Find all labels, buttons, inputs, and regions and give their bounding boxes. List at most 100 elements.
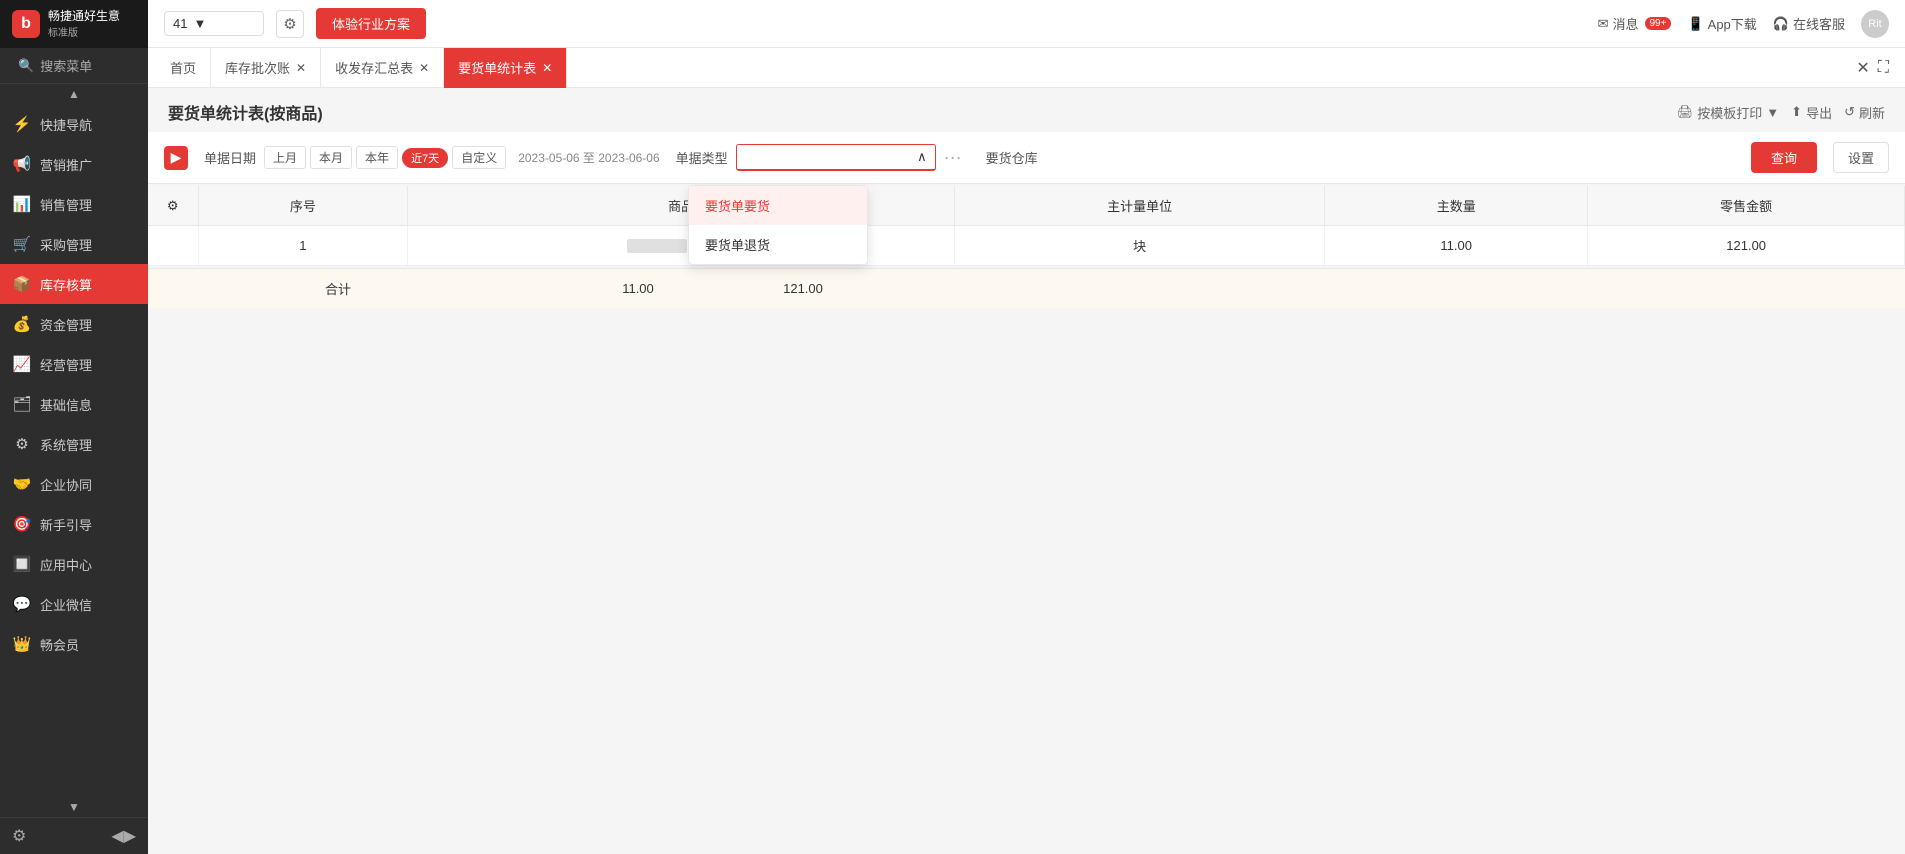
tab-close-all-icon[interactable]: ✕ bbox=[1856, 58, 1869, 78]
member-icon: 👑 bbox=[12, 634, 32, 654]
top-bar-left: 41 ▼ ⚙ 体验行业方案 bbox=[164, 8, 426, 39]
sidebar-item-guide[interactable]: 🎯 新手引导 bbox=[0, 504, 148, 544]
date-buttons: 上月 本月 本年 近7天 自定义 bbox=[264, 146, 506, 169]
table-row: 1 块 11.00 121.00 bbox=[148, 226, 1905, 266]
settings-button[interactable]: 设置 bbox=[1833, 142, 1889, 173]
sidebar-item-marketing[interactable]: 📢 营销推广 bbox=[0, 144, 148, 184]
tab-order-stat-label: 要货单统计表 bbox=[458, 58, 536, 77]
sidebar-item-label-basic: 基础信息 bbox=[40, 395, 92, 414]
sidebar-item-sales[interactable]: 📊 销售管理 bbox=[0, 184, 148, 224]
footer-quantity: 11.00 bbox=[548, 281, 728, 296]
sidebar-item-enterprise[interactable]: 🤝 企业协同 bbox=[0, 464, 148, 504]
sidebar-scroll-up[interactable]: ▲ bbox=[0, 84, 148, 104]
sidebar-item-appstore[interactable]: 🔲 应用中心 bbox=[0, 544, 148, 584]
app-download-button[interactable]: 📱 App下载 bbox=[1687, 14, 1756, 33]
sidebar-item-label-operation: 经营管理 bbox=[40, 355, 92, 374]
sidebar-item-operation[interactable]: 📈 经营管理 bbox=[0, 344, 148, 384]
page-header: 要货单统计表(按商品) 🖨 按模板打印 ▼ ⬆ 导出 ↺ 刷新 bbox=[148, 88, 1905, 132]
sidebar-item-system[interactable]: ⚙ 系统管理 bbox=[0, 424, 148, 464]
warehouse-filter-group: 要货仓库 bbox=[986, 148, 1038, 167]
date-range-text: 2023-05-06 至 2023-06-06 bbox=[518, 149, 659, 166]
topbar-gear-button[interactable]: ⚙ bbox=[276, 10, 304, 38]
logo: b 畅捷通好生意 标准版 bbox=[0, 0, 148, 48]
refresh-label: 刷新 bbox=[1859, 103, 1885, 122]
user-avatar[interactable]: Rit bbox=[1861, 10, 1889, 38]
type-select[interactable]: ∧ bbox=[736, 144, 936, 171]
tab-receive-send-close[interactable]: ✕ bbox=[419, 62, 429, 74]
tab-inventory-batch[interactable]: 库存批次账 ✕ bbox=[211, 48, 321, 88]
store-selector[interactable]: 41 ▼ bbox=[164, 11, 264, 36]
tab-inventory-batch-close[interactable]: ✕ bbox=[296, 62, 306, 74]
sidebar-item-label-shortcut: 快捷导航 bbox=[40, 115, 92, 134]
tab-expand-icon[interactable]: ⛶ bbox=[1878, 59, 1889, 77]
sidebar-item-member[interactable]: 👑 畅会员 bbox=[0, 624, 148, 664]
date-btn-this-year[interactable]: 本年 bbox=[356, 146, 398, 169]
gear-icon: ⚙ bbox=[283, 15, 296, 33]
date-btn-last-7-days[interactable]: 近7天 bbox=[402, 148, 448, 168]
date-btn-this-month[interactable]: 本月 bbox=[310, 146, 352, 169]
app-name: 畅捷通好生意 bbox=[48, 9, 120, 25]
trial-button[interactable]: 体验行业方案 bbox=[316, 8, 426, 39]
footer-total-label: 合计 bbox=[248, 279, 428, 298]
top-bar-right: ✉ 消息 99+ 📱 App下载 🎧 在线客服 Rit bbox=[1598, 10, 1889, 38]
data-table: ⚙ 序号 商品 主计量单位 主数量 零售金额 1 bbox=[148, 186, 1905, 266]
online-service-button[interactable]: 🎧 在线客服 bbox=[1773, 14, 1845, 33]
tab-order-stat[interactable]: 要货单统计表 ✕ bbox=[444, 48, 567, 88]
row-product-cell bbox=[408, 226, 955, 266]
sidebar: b 畅捷通好生意 标准版 🔍 搜索菜单 ▲ ⚡ 快捷导航 📢 营销推广 📊 销售… bbox=[0, 0, 148, 854]
search-menu-label: 搜索菜单 bbox=[40, 56, 92, 75]
filter-toggle-button[interactable]: ▶ bbox=[164, 146, 188, 170]
tab-receive-send[interactable]: 收发存汇总表 ✕ bbox=[321, 48, 444, 88]
footer-settings-icon[interactable]: ⚙ bbox=[12, 826, 26, 846]
dropdown-item-order-return[interactable]: 要货单退货 bbox=[689, 225, 867, 264]
row-index-cell: 1 bbox=[198, 226, 408, 266]
date-btn-custom[interactable]: 自定义 bbox=[452, 146, 506, 169]
sidebar-item-shortcut[interactable]: ⚡ 快捷导航 bbox=[0, 104, 148, 144]
inventory-icon: 📦 bbox=[12, 274, 32, 294]
app-download-label: App下载 bbox=[1708, 14, 1757, 33]
row-unit-cell: 块 bbox=[955, 226, 1325, 266]
filter-toggle-icon: ▶ bbox=[171, 149, 182, 166]
footer-collapse-icon[interactable]: ◀▶ bbox=[111, 826, 136, 846]
sidebar-item-purchase[interactable]: 🛒 采购管理 bbox=[0, 224, 148, 264]
col-quantity-header: 主数量 bbox=[1325, 186, 1588, 226]
search-icon: 🔍 bbox=[18, 58, 34, 74]
sidebar-item-label-enterprise: 企业协同 bbox=[40, 475, 92, 494]
sidebar-scroll-down[interactable]: ▼ bbox=[0, 797, 148, 817]
table-wrapper: ⚙ 序号 商品 主计量单位 主数量 零售金额 1 bbox=[148, 186, 1905, 266]
print-button[interactable]: 🖨 按模板打印 ▼ bbox=[1677, 103, 1779, 122]
sidebar-footer: ⚙ ◀▶ bbox=[0, 817, 148, 854]
tab-order-stat-close[interactable]: ✕ bbox=[542, 62, 552, 74]
refresh-button[interactable]: ↺ 刷新 bbox=[1844, 103, 1885, 122]
print-label: 按模板打印 bbox=[1697, 103, 1762, 122]
tab-home[interactable]: 首页 bbox=[156, 48, 211, 88]
main-area: 41 ▼ ⚙ 体验行业方案 ✉ 消息 99+ 📱 App下载 🎧 在线客服 bbox=[148, 0, 1905, 854]
sidebar-item-label-wechat: 企业微信 bbox=[40, 595, 92, 614]
more-filters-button[interactable]: ··· bbox=[944, 147, 962, 168]
enterprise-icon: 🤝 bbox=[12, 474, 32, 494]
sidebar-item-finance[interactable]: 💰 资金管理 bbox=[0, 304, 148, 344]
query-button[interactable]: 查询 bbox=[1751, 142, 1817, 173]
print-chevron-icon: ▼ bbox=[1766, 105, 1779, 120]
sales-icon: 📊 bbox=[12, 194, 32, 214]
message-button[interactable]: ✉ 消息 99+ bbox=[1598, 14, 1672, 33]
date-btn-last-month[interactable]: 上月 bbox=[264, 146, 306, 169]
type-filter-group: 单据类型 ∧ ··· bbox=[676, 144, 962, 171]
type-dropdown: 要货单要货 要货单退货 bbox=[688, 185, 868, 265]
sidebar-item-wechat[interactable]: 💬 企业微信 bbox=[0, 584, 148, 624]
search-menu[interactable]: 🔍 搜索菜单 bbox=[0, 48, 148, 84]
product-name-placeholder bbox=[627, 239, 687, 253]
sidebar-item-label-finance: 资金管理 bbox=[40, 315, 92, 334]
export-button[interactable]: ⬆ 导出 bbox=[1791, 103, 1832, 122]
sidebar-item-basic[interactable]: 🗂 基础信息 bbox=[0, 384, 148, 424]
footer-amount: 121.00 bbox=[728, 281, 878, 296]
sidebar-item-inventory[interactable]: 📦 库存核算 bbox=[0, 264, 148, 304]
finance-icon: 💰 bbox=[12, 314, 32, 334]
export-label: 导出 bbox=[1806, 103, 1832, 122]
col-settings-header[interactable]: ⚙ bbox=[148, 186, 198, 226]
guide-icon: 🎯 bbox=[12, 514, 32, 534]
purchase-icon: 🛒 bbox=[12, 234, 32, 254]
dropdown-item-order-purchase[interactable]: 要货单要货 bbox=[689, 186, 867, 225]
sidebar-item-label-guide: 新手引导 bbox=[40, 515, 92, 534]
filter-area: ▶ 单据日期 上月 本月 本年 近7天 自定义 2023-05-06 至 202… bbox=[148, 132, 1905, 184]
